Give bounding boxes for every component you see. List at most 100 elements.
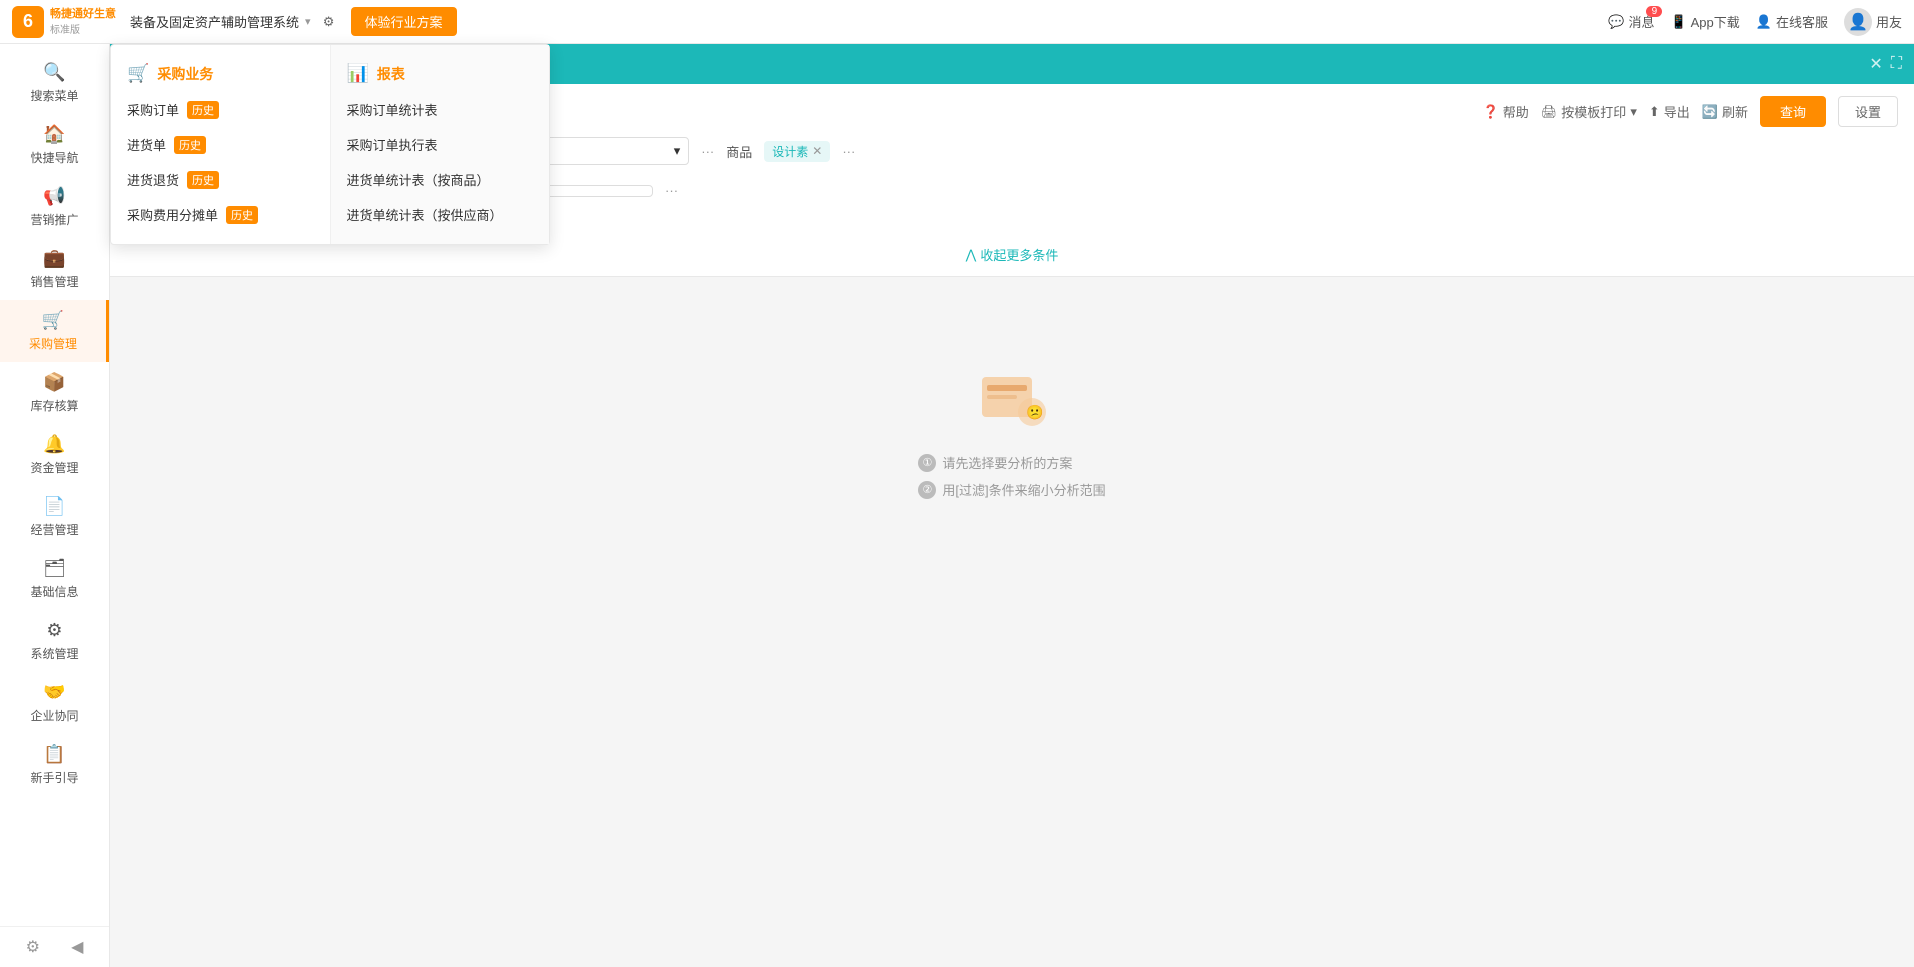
goods-more-dots[interactable]: ···	[842, 144, 855, 159]
industry-button[interactable]: 体验行业方案	[351, 7, 457, 36]
sidebar-label-quicknav: 快捷导航	[30, 149, 78, 166]
history-badge-1: 历史	[187, 101, 219, 119]
popup-item-purchase-expense[interactable]: 采购费用分摊单 历史	[111, 197, 330, 232]
doc-icon: 📄	[43, 496, 65, 517]
export-label: 导出	[1664, 102, 1690, 121]
message-item[interactable]: 💬 消息 9	[1608, 12, 1654, 31]
tab-bar-right: ✕ ⛶	[1869, 54, 1914, 74]
user-label: 用友	[1876, 12, 1902, 31]
popup-item-goods-receipt[interactable]: 进货单 历史	[111, 127, 330, 162]
sidebar-label-search: 搜索菜单	[30, 87, 78, 104]
popup-item-purchase-order-exec[interactable]: 采购订单执行表	[331, 127, 550, 162]
query-button[interactable]: 查询	[1760, 96, 1826, 127]
sidebar-item-system[interactable]: ⚙ 系统管理	[0, 610, 109, 672]
goods-return-label: 进货退货	[127, 170, 179, 189]
status-more-dots[interactable]: ···	[701, 144, 714, 159]
popup-item-goods-stat-supplier[interactable]: 进货单统计表（按供应商）	[331, 197, 550, 232]
tip1-text: 请先选择要分析的方案	[942, 453, 1072, 472]
tab-maximize-icon[interactable]: ⛶	[1891, 55, 1902, 73]
sidebar-label-sales: 销售管理	[30, 273, 78, 290]
purchase-expense-label: 采购费用分摊单	[127, 205, 218, 224]
sidebar-collapse-btn[interactable]: ◀	[71, 937, 83, 957]
megaphone-icon: 📢	[43, 186, 65, 207]
sidebar-item-purchase[interactable]: 🛒 采购管理	[0, 300, 109, 362]
settings-icon-btn[interactable]: ⚙	[315, 8, 343, 36]
sidebar-settings-btn[interactable]: ⚙	[26, 937, 40, 957]
sidebar-item-guide[interactable]: 📋 新手引导	[0, 734, 109, 796]
empty-text: ① 请先选择要分析的方案 ② 用[过滤]条件来缩小分析范围	[918, 453, 1105, 499]
report-col-title: 报表	[377, 64, 405, 84]
message-badge: 9	[1646, 6, 1662, 17]
sidebar-item-inventory[interactable]: 📦 库存核算	[0, 362, 109, 424]
goods-tag: 设计素 ✕	[764, 141, 830, 162]
popup-item-goods-return[interactable]: 进货退货 历史	[111, 162, 330, 197]
refresh-btn[interactable]: 🔄 刷新	[1702, 102, 1748, 121]
export-btn[interactable]: ⬆ 导出	[1649, 102, 1690, 121]
sidebar-item-sales[interactable]: 💼 销售管理	[0, 238, 109, 300]
system-dropdown-icon[interactable]: ▾	[305, 15, 311, 28]
empty-tip-2: ② 用[过滤]条件来缩小分析范围	[918, 480, 1105, 499]
collapse-icon: ⋀	[966, 247, 977, 263]
sidebar-item-search[interactable]: 🔍 搜索菜单	[0, 52, 109, 114]
popup-col-report-header: 📊 报表	[331, 57, 550, 92]
popup-col-purchase-header: 🛒 采购业务	[111, 57, 330, 92]
goods-tag-close[interactable]: ✕	[812, 144, 822, 158]
sidebar-label-finance: 资金管理	[30, 459, 78, 476]
online-service-item[interactable]: 👤 在线客服	[1756, 12, 1828, 31]
system-title: 装备及固定资产辅助管理系统 ▾	[130, 12, 311, 31]
sidebar-label-inventory: 库存核算	[30, 397, 78, 414]
sidebar-label-basic: 基础信息	[30, 583, 78, 600]
popup-col-purchase: 🛒 采购业务 采购订单 历史 进货单 历史 进货退货 历史 采购费用分摊单 历史	[111, 45, 330, 244]
popup-item-purchase-order-stat[interactable]: 采购订单统计表	[331, 92, 550, 127]
app-download-item[interactable]: 📱 App下载	[1670, 12, 1739, 31]
popup-item-goods-stat-goods[interactable]: 进货单统计表（按商品）	[331, 162, 550, 197]
settings-button[interactable]: 设置	[1838, 96, 1898, 127]
cart-icon: 🛒	[42, 310, 64, 331]
top-right: 💬 消息 9 📱 App下载 👤 在线客服 👤 用友	[1608, 8, 1902, 36]
goods-tag-text: 设计素	[772, 143, 808, 160]
logo-text: 畅捷通好生意	[50, 7, 116, 21]
service-icon: 👤	[1756, 14, 1772, 30]
sidebar-item-finance[interactable]: 🔔 资金管理	[0, 424, 109, 486]
sidebar-label-guide: 新手引导	[30, 769, 78, 786]
help-btn[interactable]: ❓ 帮助	[1483, 102, 1529, 121]
logo-icon: 6	[12, 6, 44, 38]
print-icon: 🖨	[1541, 104, 1558, 120]
sidebar-item-enterprise[interactable]: 🤝 企业协同	[0, 672, 109, 734]
sidebar-item-quicknav[interactable]: 🏠 快捷导航	[0, 114, 109, 176]
home-icon: 🏠	[43, 124, 65, 145]
purchase-col-icon: 🛒	[127, 63, 149, 84]
goods-stat-goods-label: 进货单统计表（按商品）	[347, 170, 490, 189]
user-avatar: 👤	[1844, 8, 1872, 36]
empty-illustration: 😕	[962, 357, 1062, 437]
briefcase-icon: 💼	[43, 248, 65, 269]
refresh-icon: 🔄	[1702, 104, 1718, 120]
sidebar-bottom: ⚙ ◀	[0, 926, 109, 967]
sidebar: 🔍 搜索菜单 🏠 快捷导航 📢 营销推广 💼 销售管理 🛒 采购管理 📦 库存核…	[0, 44, 110, 967]
sidebar-item-basic[interactable]: 🗂 基础信息	[0, 548, 109, 610]
tab-close-all-icon[interactable]: ✕	[1869, 54, 1882, 74]
step-num-1: ①	[918, 454, 936, 472]
collapse-button[interactable]: ⋀ 收起更多条件	[966, 245, 1059, 264]
gear-icon: ⚙	[46, 620, 62, 641]
app-icon: 📱	[1670, 14, 1686, 30]
empty-tip-1: ① 请先选择要分析的方案	[918, 453, 1105, 472]
user-item[interactable]: 👤 用友	[1844, 8, 1902, 36]
popup-item-purchase-order[interactable]: 采购订单 历史	[111, 92, 330, 127]
sidebar-item-marketing[interactable]: 📢 营销推广	[0, 176, 109, 238]
help-icon: ❓	[1483, 104, 1499, 120]
sidebar-label-purchase: 采购管理	[29, 335, 77, 352]
print-btn[interactable]: 🖨 按模板打印 ▾	[1541, 102, 1637, 121]
logo-sub: 标准版	[50, 21, 116, 36]
salesman-more-dots[interactable]: ···	[665, 183, 678, 198]
purchase-order-label: 采购订单	[127, 100, 179, 119]
clipboard-icon: 📋	[43, 744, 65, 765]
export-icon: ⬆	[1649, 104, 1660, 120]
step-num-2: ②	[918, 481, 936, 499]
bell-icon: 🔔	[43, 434, 65, 455]
history-badge-2: 历史	[174, 136, 206, 154]
purchase-dropdown: 🛒 采购业务 采购订单 历史 进货单 历史 进货退货 历史 采购费用分摊单 历史…	[110, 44, 550, 245]
purchase-order-exec-label: 采购订单执行表	[347, 135, 438, 154]
sidebar-item-operation[interactable]: 📄 经营管理	[0, 486, 109, 548]
app-download-label: App下载	[1691, 12, 1740, 31]
